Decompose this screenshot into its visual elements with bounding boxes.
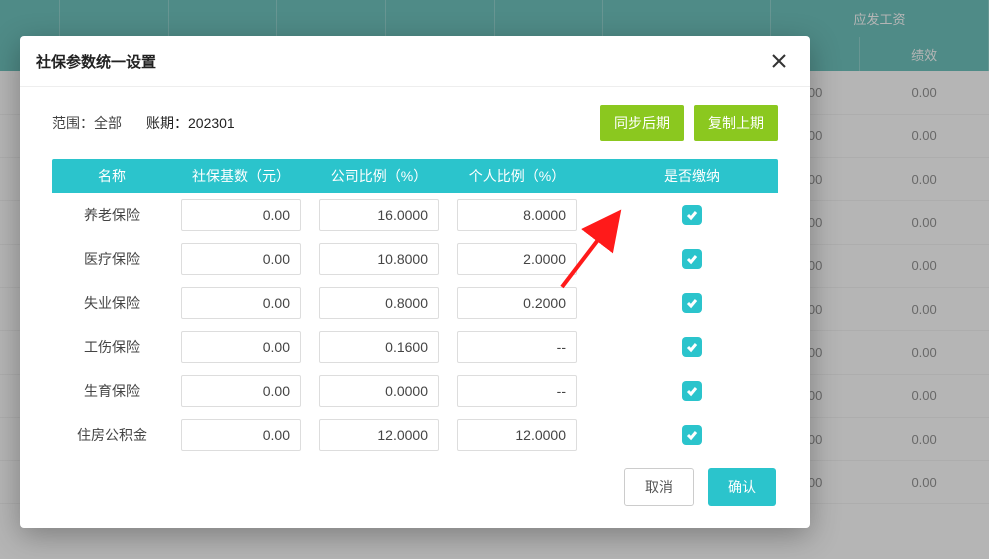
check-icon (686, 253, 698, 265)
param-row: 住房公积金 (52, 413, 778, 457)
col-company-header: 公司比例（%） (310, 166, 448, 186)
close-button[interactable] (768, 50, 790, 72)
pay-checkbox[interactable] (682, 293, 702, 313)
company-input[interactable] (319, 331, 439, 363)
param-row: 工伤保险 (52, 325, 778, 369)
modal-header: 社保参数统一设置 (20, 36, 810, 87)
company-input[interactable] (319, 199, 439, 231)
personal-input[interactable] (457, 331, 577, 363)
col-base-header: 社保基数（元） (172, 166, 310, 186)
row-name: 生育保险 (52, 381, 172, 401)
pay-checkbox[interactable] (682, 381, 702, 401)
cancel-button[interactable]: 取消 (624, 468, 694, 506)
base-input[interactable] (181, 243, 301, 275)
confirm-button[interactable]: 确认 (708, 468, 776, 506)
param-row: 养老保险 (52, 193, 778, 237)
check-icon (686, 429, 698, 441)
row-name: 养老保险 (52, 205, 172, 225)
modal-title: 社保参数统一设置 (36, 51, 156, 72)
company-input[interactable] (319, 243, 439, 275)
param-row: 医疗保险 (52, 237, 778, 281)
param-table-header: 名称 社保基数（元） 公司比例（%） 个人比例（%） 是否缴纳 (52, 159, 778, 193)
company-input[interactable] (319, 419, 439, 451)
base-input[interactable] (181, 419, 301, 451)
close-icon (772, 54, 786, 68)
row-name: 失业保险 (52, 293, 172, 313)
personal-input[interactable] (457, 199, 577, 231)
scope-text: 范围：全部 (52, 113, 122, 133)
row-name: 住房公积金 (52, 425, 172, 445)
modal-toolbar: 范围：全部 账期：202301 同步后期 复制上期 (52, 105, 778, 141)
sync-later-button[interactable]: 同步后期 (600, 105, 684, 141)
personal-input[interactable] (457, 287, 577, 319)
pay-checkbox[interactable] (682, 337, 702, 357)
col-personal-header: 个人比例（%） (448, 166, 586, 186)
pay-checkbox[interactable] (682, 249, 702, 269)
row-name: 工伤保险 (52, 337, 172, 357)
row-name: 医疗保险 (52, 249, 172, 269)
base-input[interactable] (181, 375, 301, 407)
col-name-header: 名称 (52, 166, 172, 186)
pay-checkbox[interactable] (682, 425, 702, 445)
param-table: 名称 社保基数（元） 公司比例（%） 个人比例（%） 是否缴纳 养老保险医疗保险… (52, 159, 778, 457)
personal-input[interactable] (457, 375, 577, 407)
personal-input[interactable] (457, 243, 577, 275)
check-icon (686, 385, 698, 397)
col-pay-header: 是否缴纳 (606, 166, 778, 186)
base-input[interactable] (181, 287, 301, 319)
param-row: 失业保险 (52, 281, 778, 325)
check-icon (686, 297, 698, 309)
copy-previous-button[interactable]: 复制上期 (694, 105, 778, 141)
pay-checkbox[interactable] (682, 205, 702, 225)
company-input[interactable] (319, 375, 439, 407)
company-input[interactable] (319, 287, 439, 319)
base-input[interactable] (181, 199, 301, 231)
social-insurance-modal: 社保参数统一设置 范围：全部 账期：202301 同步后期 复制上期 名称 社保… (20, 36, 810, 528)
modal-footer: 取消 确认 (624, 468, 776, 506)
personal-input[interactable] (457, 419, 577, 451)
param-row: 生育保险 (52, 369, 778, 413)
check-icon (686, 341, 698, 353)
base-input[interactable] (181, 331, 301, 363)
check-icon (686, 209, 698, 221)
period-text: 账期：202301 (146, 113, 235, 133)
